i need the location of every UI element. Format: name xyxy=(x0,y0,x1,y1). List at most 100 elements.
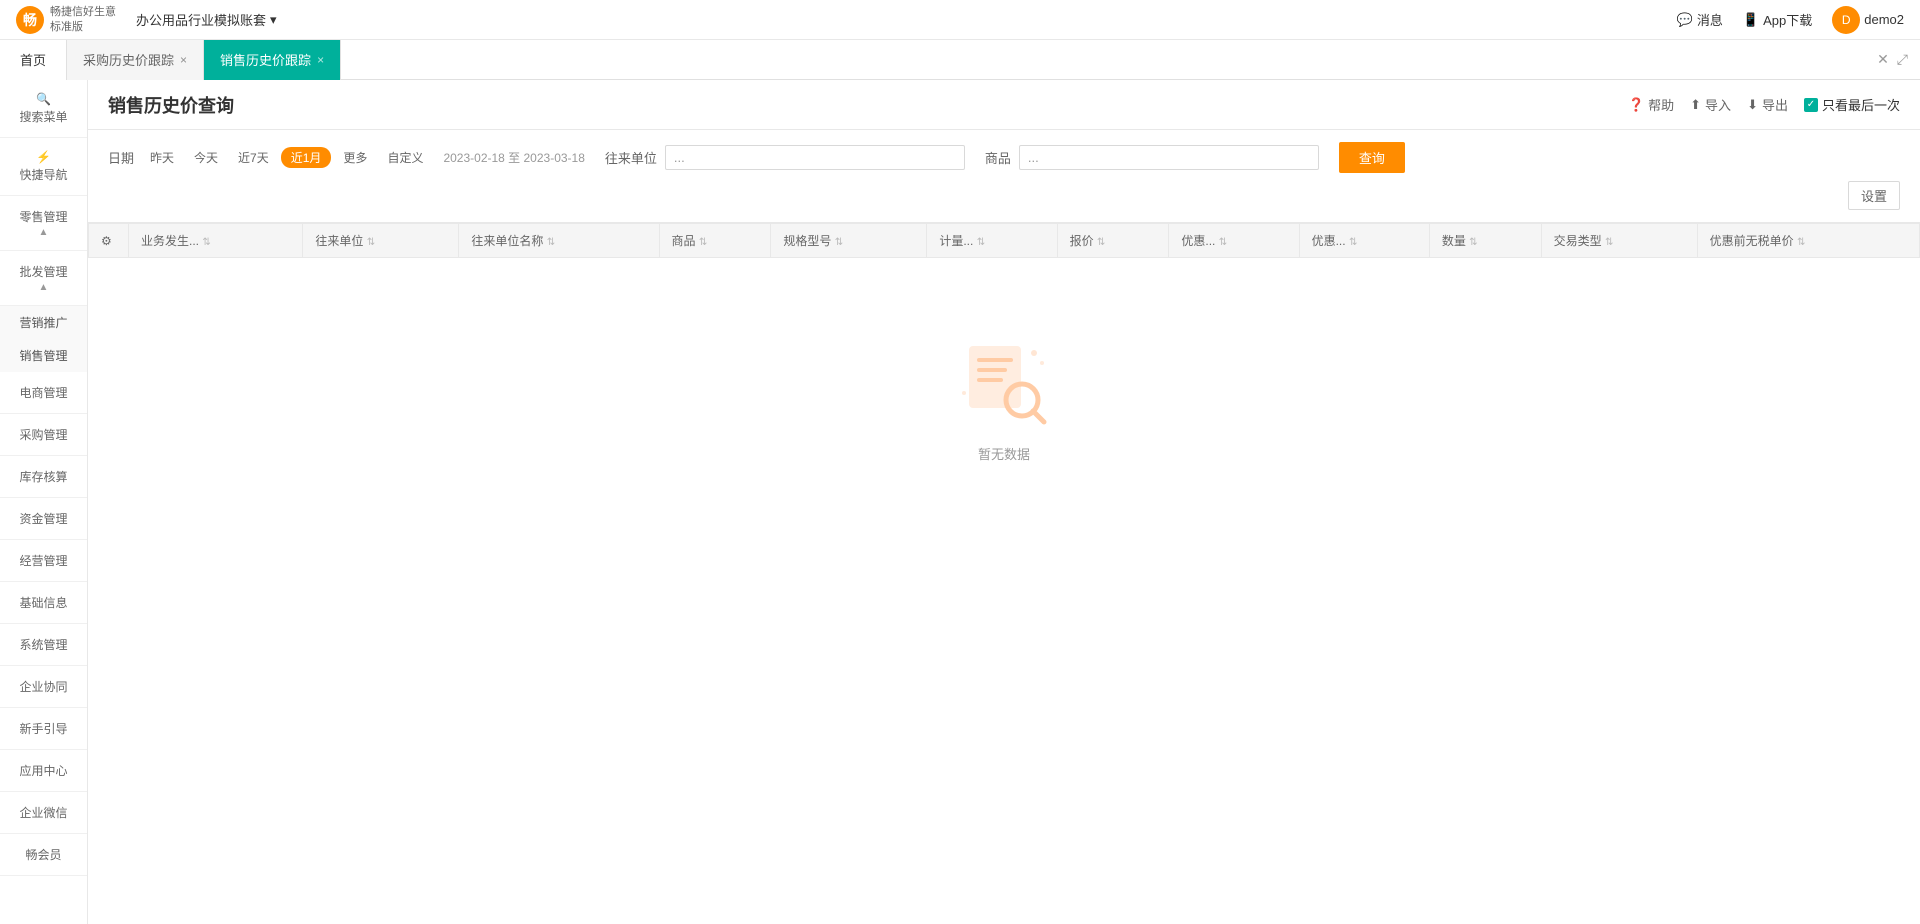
wholesale-arrow-icon: ▲ xyxy=(39,282,49,293)
tab-sales-close-button[interactable]: × xyxy=(317,53,324,67)
col-product[interactable]: 商品 ⇅ xyxy=(659,224,771,258)
date-filter: 日期 昨天 今天 近7天 近1月 更多 自定义 2023-02-18 至 202… xyxy=(108,147,585,168)
col-price[interactable]: 报价 ⇅ xyxy=(1057,224,1169,258)
sort-icon-unit: ⇅ xyxy=(977,237,985,248)
tab-home[interactable]: 首页 xyxy=(0,40,67,80)
col-spec[interactable]: 规格型号 ⇅ xyxy=(771,224,927,258)
tab-sales-history[interactable]: 销售历史价跟踪 × xyxy=(204,40,341,80)
sort-icon-quantity: ⇅ xyxy=(1469,237,1477,248)
table-body: 暂无数据 xyxy=(89,258,1920,544)
sidebar-item-finance[interactable]: 资金管理 xyxy=(0,498,87,540)
last1month-btn[interactable]: 近1月 xyxy=(281,147,332,168)
col-partner-name[interactable]: 往来单位名称 ⇅ xyxy=(459,224,659,258)
sort-icon-trade-type: ⇅ xyxy=(1605,237,1613,248)
main-layout: 🔍 搜索菜单 ⚡ 快捷导航 零售管理 ▲ 批发管理 ▲ 营销推广 销售管理 电商… xyxy=(0,80,1920,924)
logo-icon: 畅 xyxy=(16,6,44,34)
page-actions: ❓ 帮助 ⬆ 导入 ⬇ 导出 ✓ 只看最后一次 xyxy=(1628,95,1900,114)
app-selector[interactable]: 办公用品行业模拟账套 ▾ xyxy=(136,10,277,29)
download-icon: 📱 xyxy=(1743,12,1759,28)
custom-btn[interactable]: 自定义 xyxy=(379,147,431,168)
sort-icon-partner-name: ⇅ xyxy=(547,237,555,248)
sidebar-item-basicinfo[interactable]: 基础信息 xyxy=(0,582,87,624)
sidebar-item-wholesale[interactable]: 批发管理 ▲ xyxy=(0,251,87,306)
table-area: ⚙ 业务发生... ⇅ 往来单位 ⇅ 往来单位名称 ⇅ xyxy=(88,223,1920,924)
filter-bar: 日期 昨天 今天 近7天 近1月 更多 自定义 2023-02-18 至 202… xyxy=(88,130,1920,223)
col-partner-code[interactable]: 往来单位 ⇅ xyxy=(303,224,459,258)
col-discount2[interactable]: 优惠... ⇅ xyxy=(1299,224,1429,258)
product-input[interactable]: ... xyxy=(1019,145,1319,170)
tabs-bar: 首页 采购历史价跟踪 × 销售历史价跟踪 × ✕ ⤢ xyxy=(0,40,1920,80)
sidebar-item-appcenter[interactable]: 应用中心 xyxy=(0,750,87,792)
sort-icon-product: ⇅ xyxy=(699,237,707,248)
sidebar-item-retail[interactable]: 零售管理 ▲ xyxy=(0,196,87,251)
avatar: D xyxy=(1832,6,1860,34)
import-button[interactable]: ⬆ 导入 xyxy=(1690,95,1731,114)
logo-text: 畅捷信好生意 标准版 xyxy=(50,5,116,34)
settings-button[interactable]: 设置 xyxy=(1848,181,1900,210)
more-btn[interactable]: 更多 xyxy=(335,147,375,168)
sidebar-item-sales[interactable]: 销售管理 xyxy=(0,339,87,372)
header-row: ⚙ 业务发生... ⇅ 往来单位 ⇅ 往来单位名称 ⇅ xyxy=(89,224,1920,258)
window-maximize-button[interactable]: ⤢ xyxy=(1897,51,1908,68)
sidebar-item-inventory[interactable]: 库存核算 xyxy=(0,456,87,498)
show-last-once-checkbox[interactable]: ✓ 只看最后一次 xyxy=(1804,95,1900,114)
col-unit[interactable]: 计量... ⇅ xyxy=(927,224,1057,258)
table-header: ⚙ 业务发生... ⇅ 往来单位 ⇅ 往来单位名称 ⇅ xyxy=(89,224,1920,258)
sidebar-item-wechat[interactable]: 企业微信 xyxy=(0,792,87,834)
sidebar-item-ecommerce[interactable]: 电商管理 xyxy=(0,372,87,414)
sidebar-item-membership[interactable]: 畅会员 xyxy=(0,834,87,876)
column-settings-icon[interactable]: ⚙ xyxy=(101,234,112,248)
action-buttons: 查询 xyxy=(1339,142,1405,173)
data-table: ⚙ 业务发生... ⇅ 往来单位 ⇅ 往来单位名称 ⇅ xyxy=(88,223,1920,543)
sort-icon-partner-code: ⇅ xyxy=(367,237,375,248)
query-button[interactable]: 查询 xyxy=(1339,142,1405,173)
app-download-button[interactable]: 📱 App下载 xyxy=(1743,10,1812,29)
date-label: 日期 xyxy=(108,148,134,167)
export-button[interactable]: ⬇ 导出 xyxy=(1747,95,1788,114)
partner-input[interactable]: ... xyxy=(665,145,965,170)
tab-purchase-history[interactable]: 采购历史价跟踪 × xyxy=(67,40,204,80)
col-discount1[interactable]: 优惠... ⇅ xyxy=(1169,224,1299,258)
sidebar-item-operations[interactable]: 经营管理 xyxy=(0,540,87,582)
col-trade-type[interactable]: 交易类型 ⇅ xyxy=(1541,224,1697,258)
sidebar-item-system[interactable]: 系统管理 xyxy=(0,624,87,666)
sidebar-item-enterprise[interactable]: 企业协同 xyxy=(0,666,87,708)
page-title-bar: 销售历史价查询 ❓ 帮助 ⬆ 导入 ⬇ 导出 ✓ 只看最后一次 xyxy=(88,80,1920,130)
sidebar-item-marketing[interactable]: 营销推广 xyxy=(0,306,87,339)
date-range-display: 2023-02-18 至 2023-03-18 xyxy=(443,149,584,166)
product-filter: 商品 ... xyxy=(985,145,1319,170)
message-icon: 💬 xyxy=(1677,12,1693,28)
header: 畅 畅捷信好生意 标准版 办公用品行业模拟账套 ▾ 💬 消息 📱 App下载 D… xyxy=(0,0,1920,40)
window-close-button[interactable]: ✕ xyxy=(1877,51,1889,68)
empty-text: 暂无数据 xyxy=(978,444,1030,463)
col-biz-date[interactable]: 业务发生... ⇅ xyxy=(129,224,303,258)
export-icon: ⬇ xyxy=(1747,97,1758,113)
col-pretax-price[interactable]: 优惠前无税单价 ⇅ xyxy=(1697,224,1919,258)
header-left: 畅 畅捷信好生意 标准版 办公用品行业模拟账套 ▾ xyxy=(16,5,277,34)
sort-icon-discount2: ⇅ xyxy=(1349,237,1357,248)
partner-label: 往来单位 xyxy=(605,148,657,167)
quicknav-icon: ⚡ xyxy=(36,150,51,164)
sort-icon-pretax-price: ⇅ xyxy=(1797,237,1805,248)
message-button[interactable]: 💬 消息 xyxy=(1677,10,1723,29)
user-menu[interactable]: D demo2 xyxy=(1832,6,1904,34)
col-settings[interactable]: ⚙ xyxy=(89,224,129,258)
col-quantity[interactable]: 数量 ⇅ xyxy=(1429,224,1541,258)
today-btn[interactable]: 今天 xyxy=(186,147,226,168)
tab-purchase-close-button[interactable]: × xyxy=(180,53,187,67)
sidebar: 🔍 搜索菜单 ⚡ 快捷导航 零售管理 ▲ 批发管理 ▲ 营销推广 销售管理 电商… xyxy=(0,80,88,924)
last7days-btn[interactable]: 近7天 xyxy=(230,147,277,168)
date-buttons: 昨天 今天 近7天 近1月 更多 自定义 xyxy=(142,147,431,168)
sidebar-item-search[interactable]: 🔍 搜索菜单 xyxy=(0,80,87,138)
search-icon: 🔍 xyxy=(36,92,51,106)
sort-icon-price: ⇅ xyxy=(1097,237,1105,248)
yesterday-btn[interactable]: 昨天 xyxy=(142,147,182,168)
sidebar-item-newbie[interactable]: 新手引导 xyxy=(0,708,87,750)
help-button[interactable]: ❓ 帮助 xyxy=(1628,95,1674,114)
empty-svg-icon xyxy=(954,338,1054,428)
sidebar-item-purchase[interactable]: 采购管理 xyxy=(0,414,87,456)
sidebar-item-quicknav[interactable]: ⚡ 快捷导航 xyxy=(0,138,87,196)
empty-state-row: 暂无数据 xyxy=(89,258,1920,544)
sort-icon-spec: ⇅ xyxy=(835,237,843,248)
retail-arrow-icon: ▲ xyxy=(39,227,49,238)
